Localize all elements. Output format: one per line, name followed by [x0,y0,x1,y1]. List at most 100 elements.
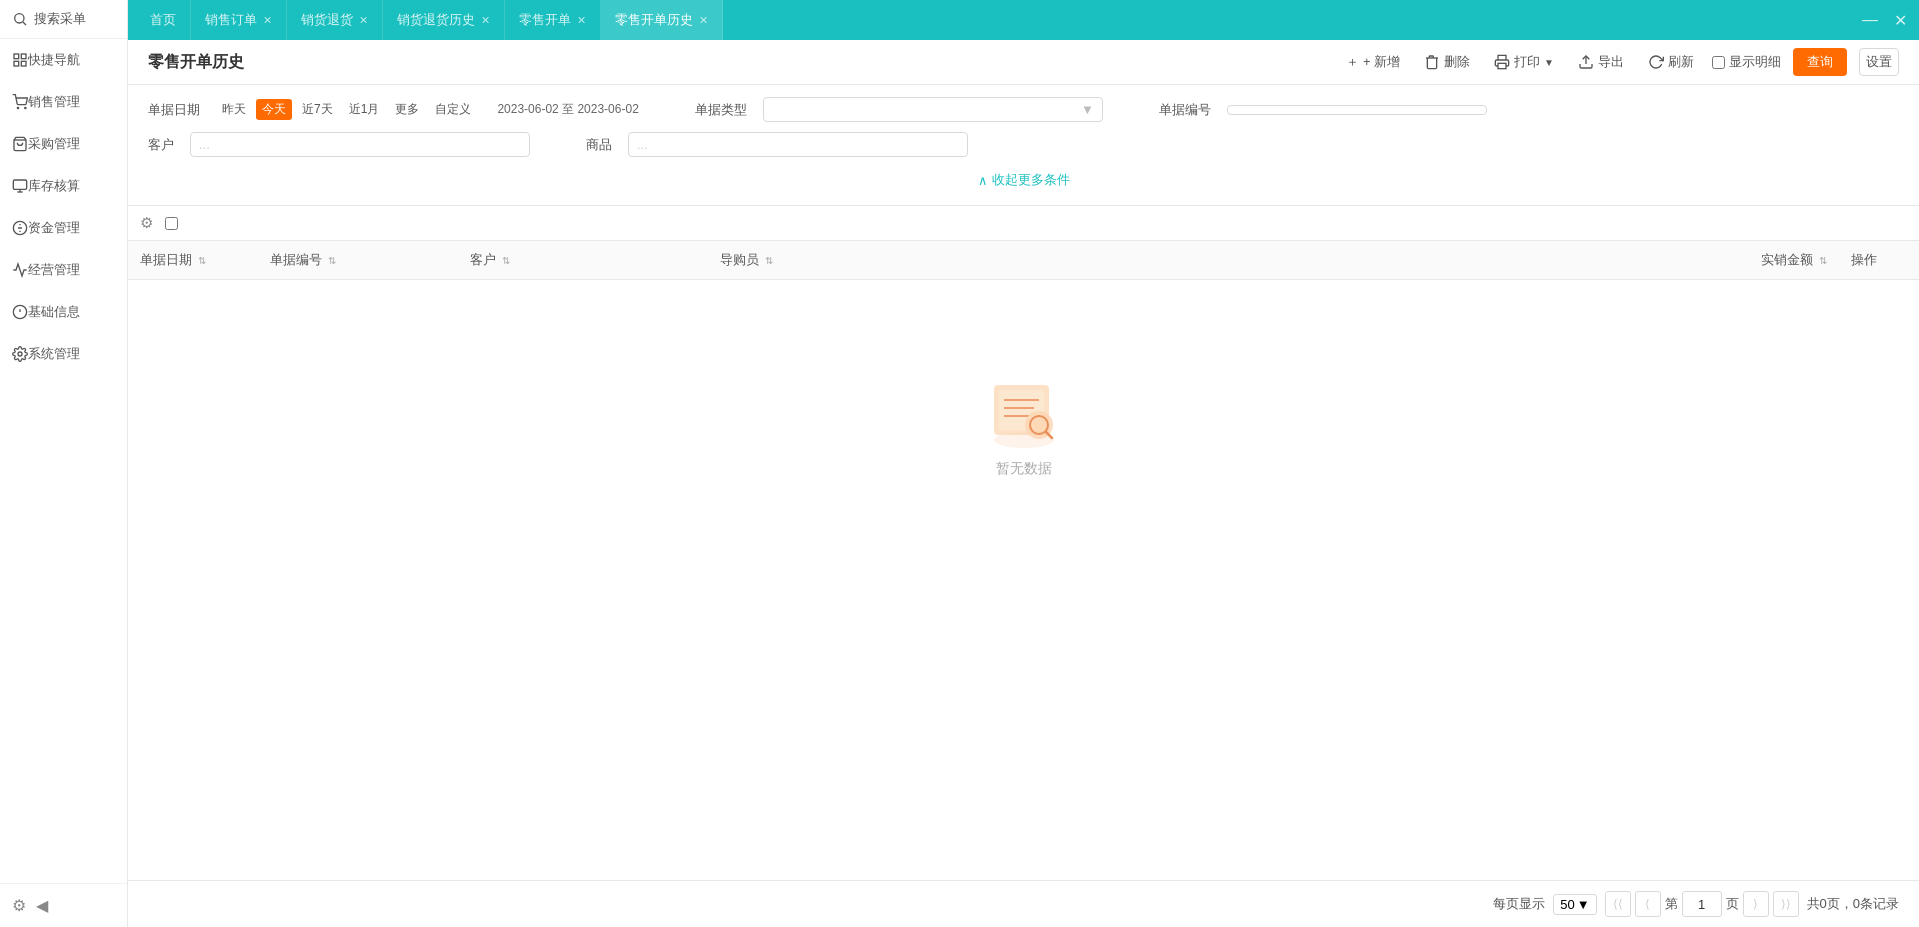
svg-point-0 [15,14,24,23]
empty-state: 暂无数据 [128,280,1919,558]
sidebar-item-system-mgmt-label: 系统管理 [28,345,80,363]
next-page-btn[interactable]: ⟩ [1743,891,1769,917]
goods-filter-input[interactable]: ... [628,132,968,157]
collapse-filter-btn[interactable]: ∧ 收起更多条件 [148,167,1899,193]
tab-sales-return-history-close[interactable]: ✕ [481,14,490,27]
prev-page-btn[interactable]: ⟨ [1635,891,1661,917]
add-icon: ＋ [1346,53,1359,71]
sidebar-item-operations-label: 经营管理 [28,261,80,279]
tab-sales-return[interactable]: 销货退货 ✕ [287,0,383,40]
minimize-button[interactable]: — [1858,11,1882,29]
table-settings-icon[interactable]: ⚙ [140,214,153,232]
per-page-select[interactable]: 50 ▼ [1553,894,1596,915]
sort-guide-icon[interactable]: ⇅ [765,255,773,266]
refresh-label: 刷新 [1668,53,1694,71]
col-amount[interactable]: 实销金额 ⇅ [858,241,1839,280]
pagination: 每页显示 50 ▼ ⟨⟨ ⟨ 第 页 ⟩ ⟩⟩ 共0页，0条记录 [128,880,1919,927]
type-filter-select[interactable]: ▼ [763,97,1103,122]
date-shortcut-more[interactable]: 更多 [389,99,425,120]
tab-sales-order[interactable]: 销售订单 ✕ [191,0,287,40]
customer-filter-input[interactable]: ... [190,132,530,157]
sidebar-item-operations[interactable]: 经营管理 [0,249,127,291]
date-shortcut-custom[interactable]: 自定义 [429,99,477,120]
add-button[interactable]: ＋ + 新增 [1340,49,1406,75]
last-page-btn[interactable]: ⟩⟩ [1773,891,1799,917]
export-label: 导出 [1598,53,1624,71]
refresh-icon [1648,54,1664,70]
date-shortcut-yesterday[interactable]: 昨天 [216,99,252,120]
goods-placeholder: ... [637,137,648,152]
sidebar-item-basic-info-label: 基础信息 [28,303,80,321]
sidebar-item-purchase-mgmt-label: 采购管理 [28,135,80,153]
tab-retail-history[interactable]: 零售开单历史 ✕ [601,0,723,40]
export-button[interactable]: 导出 [1572,49,1630,75]
sidebar-item-finance[interactable]: 资金管理 [0,207,127,249]
svg-rect-3 [21,54,26,59]
settings-icon[interactable]: ⚙ [12,896,26,915]
date-filter-label: 单据日期 [148,101,200,119]
col-customer[interactable]: 客户 ⇅ [458,241,708,280]
query-button[interactable]: 查询 [1793,48,1847,76]
sidebar-item-basic-info[interactable]: 基础信息 [0,291,127,333]
sidebar-item-sales-mgmt[interactable]: 销售管理 [0,81,127,123]
print-button[interactable]: 打印 ▼ [1488,49,1560,75]
sidebar-item-system-mgmt[interactable]: 系统管理 [0,333,127,375]
per-page-dropdown-icon: ▼ [1577,897,1590,912]
sort-number-icon[interactable]: ⇅ [328,255,336,266]
sort-customer-icon[interactable]: ⇅ [502,255,510,266]
sort-amount-icon[interactable]: ⇅ [1819,255,1827,266]
tab-sales-order-close[interactable]: ✕ [263,14,272,27]
display-detail-input[interactable] [1712,56,1725,69]
date-shortcut-today[interactable]: 今天 [256,99,292,120]
col-date[interactable]: 单据日期 ⇅ [128,241,258,280]
sidebar-item-inventory[interactable]: 库存核算 [0,165,127,207]
per-page-value: 50 [1560,897,1574,912]
tab-retail-open-label: 零售开单 [519,11,571,29]
delete-button[interactable]: 删除 [1418,49,1476,75]
customer-filter-label: 客户 [148,136,174,154]
tab-sales-return-history[interactable]: 销货退货历史 ✕ [383,0,505,40]
settings-label: 设置 [1866,53,1892,71]
print-dropdown-icon[interactable]: ▼ [1544,57,1554,68]
empty-state-illustration [974,360,1074,460]
tab-retail-open-close[interactable]: ✕ [577,14,586,27]
date-shortcuts: 昨天 今天 近7天 近1月 更多 自定义 [216,99,477,120]
col-number[interactable]: 单据编号 ⇅ [258,241,458,280]
sidebar-item-sales-mgmt-label: 销售管理 [28,93,80,111]
number-filter-input[interactable] [1227,105,1487,115]
svg-rect-2 [14,54,19,59]
pagination-nav: ⟨⟨ ⟨ 第 页 ⟩ ⟩⟩ [1605,891,1799,917]
tab-sales-return-history-label: 销货退货历史 [397,11,475,29]
tab-sales-return-close[interactable]: ✕ [359,14,368,27]
sidebar-collapse-icon[interactable]: ◀ [36,896,48,915]
svg-rect-9 [13,180,26,189]
close-button[interactable]: ✕ [1890,11,1911,30]
delete-icon [1424,54,1440,70]
svg-line-1 [23,22,26,25]
tab-retail-history-close[interactable]: ✕ [699,14,708,27]
sidebar-search[interactable]: 搜索采单 [0,0,127,39]
sidebar-item-purchase-mgmt[interactable]: 采购管理 [0,123,127,165]
settings-button[interactable]: 设置 [1859,48,1899,76]
date-shortcut-1month[interactable]: 近1月 [343,99,386,120]
date-shortcut-7days[interactable]: 近7天 [296,99,339,120]
first-page-btn[interactable]: ⟨⟨ [1605,891,1631,917]
sidebar-item-finance-label: 资金管理 [28,219,80,237]
sort-date-icon[interactable]: ⇅ [198,255,206,266]
page-number-input[interactable] [1682,891,1722,917]
refresh-button[interactable]: 刷新 [1642,49,1700,75]
display-detail-checkbox[interactable]: 显示明细 [1712,53,1781,71]
table-select-all[interactable] [165,217,178,230]
sidebar-item-inventory-label: 库存核算 [28,177,80,195]
content-area: 零售开单历史 ＋ + 新增 删除 打印 ▼ [128,40,1919,927]
page-prefix-label: 第 [1665,895,1678,913]
svg-rect-4 [14,61,19,66]
tab-retail-open[interactable]: 零售开单 ✕ [505,0,601,40]
tab-home[interactable]: 首页 [136,0,191,40]
display-detail-label: 显示明细 [1729,53,1781,71]
type-filter-label: 单据类型 [695,101,747,119]
empty-state-text: 暂无数据 [996,460,1052,478]
col-guide[interactable]: 导购员 ⇅ [708,241,858,280]
sidebar-item-quick-nav[interactable]: 快捷导航 [0,39,127,81]
tab-sales-order-label: 销售订单 [205,11,257,29]
